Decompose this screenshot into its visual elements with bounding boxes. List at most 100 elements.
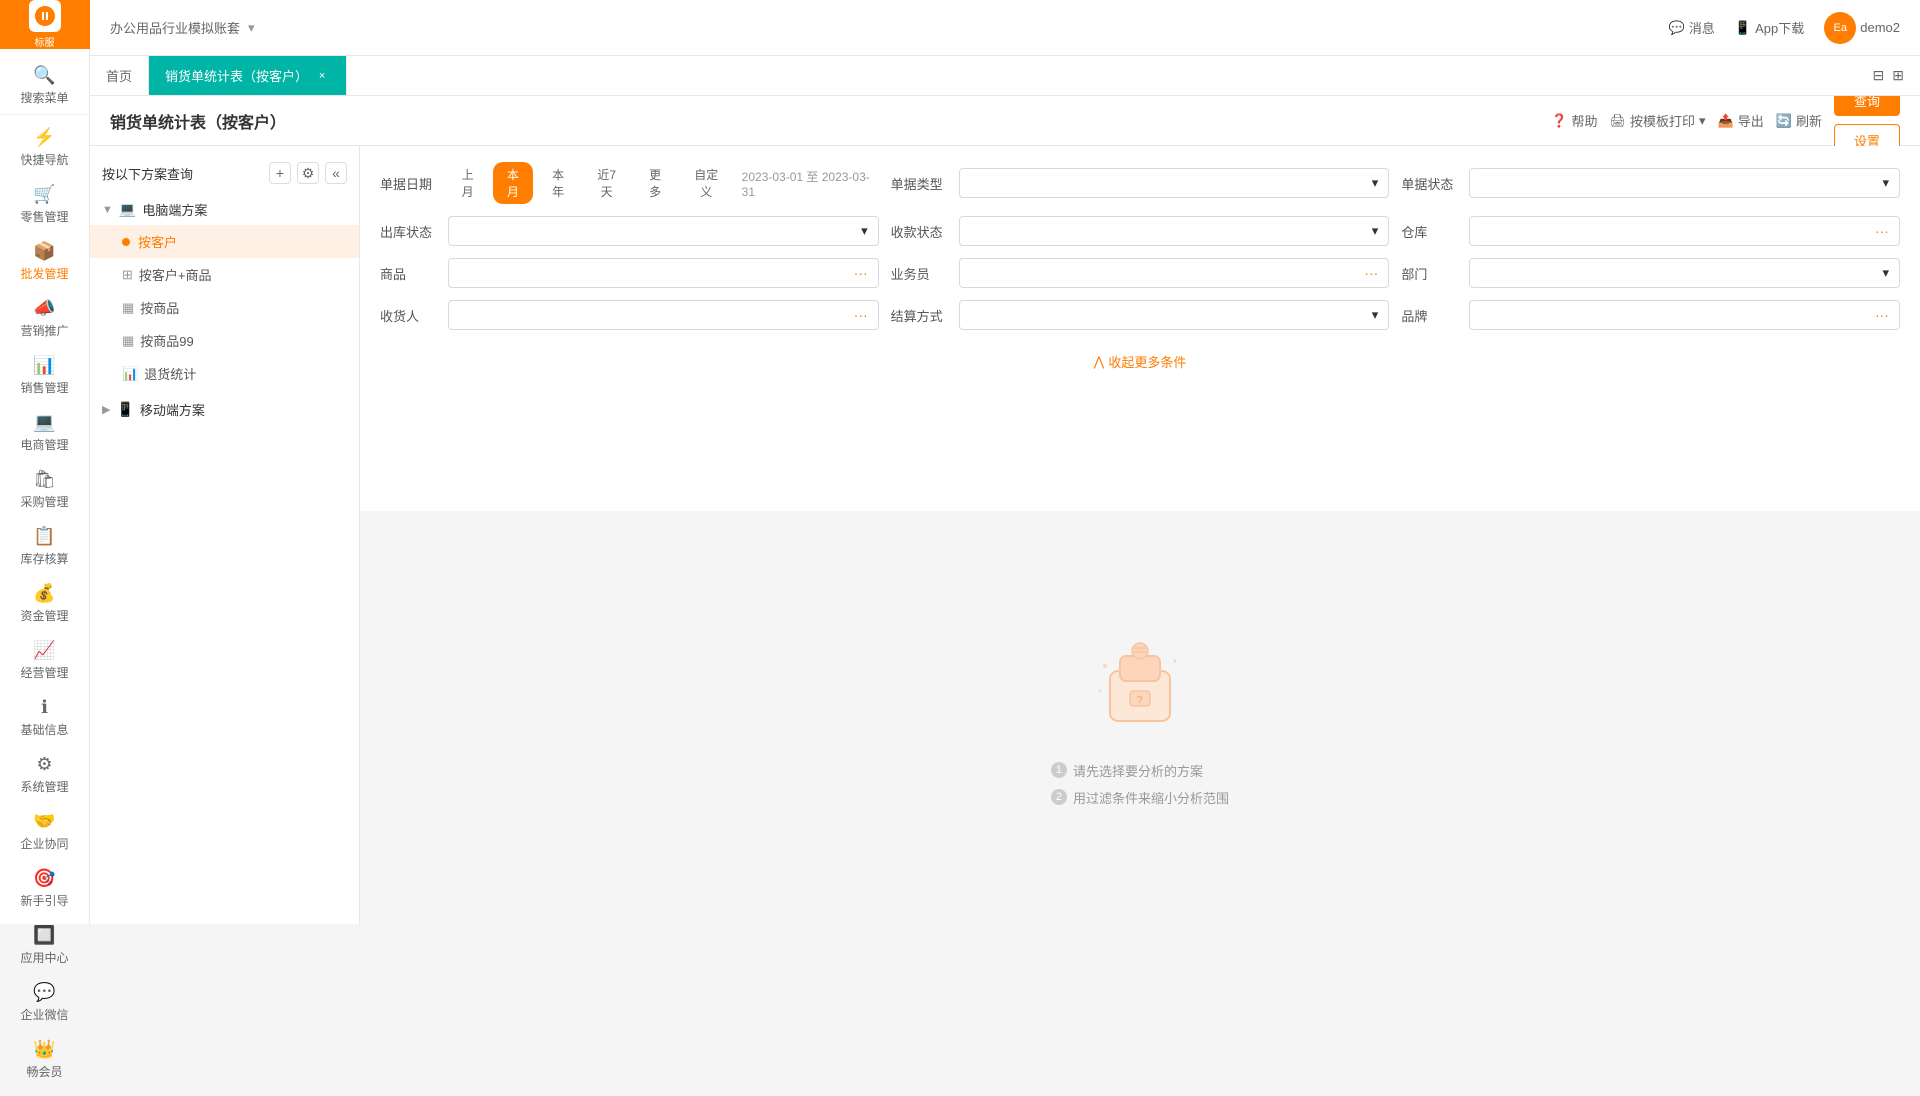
scheme-item-label-4: 退货统计 [144, 364, 196, 383]
filter-row-1: 单据日期 上月 本月 本年 近7天 更多 自定义 2023-03-01 至 20… [380, 162, 1900, 204]
tab-minimize-btn[interactable]: ⊟ [1873, 67, 1885, 84]
sidebar-item-retail[interactable]: 🛒 零售管理 [0, 176, 90, 233]
tab-maximize-btn[interactable]: ⊞ [1892, 67, 1904, 84]
sidebar-item-business[interactable]: 📈 经营管理 [0, 632, 90, 689]
scheme-item-by-customer[interactable]: 按客户 [90, 225, 359, 258]
scheme-item-return-stat[interactable]: 📊 退货统计 [90, 357, 359, 390]
header-chevron-icon[interactable]: ▾ [248, 20, 255, 36]
doc-status-chevron-icon: ▾ [1882, 175, 1889, 191]
scheme-header: 按以下方案查询 + ⚙ « [90, 156, 359, 190]
header-appdownload-btn[interactable]: 📱 App下载 [1735, 18, 1804, 37]
sidebar-item-ecommerce[interactable]: 💻 电商管理 [0, 404, 90, 461]
date-btn-this-month[interactable]: 本月 [493, 162, 532, 204]
sidebar-label-guide: 新手引导 [20, 892, 68, 909]
doc-type-input[interactable]: ▾ [959, 168, 1390, 198]
export-btn[interactable]: 📤 导出 [1718, 111, 1764, 130]
sidebar-item-system[interactable]: ⚙ 系统管理 [0, 746, 90, 803]
tab-close-btn[interactable]: × [314, 68, 330, 84]
warehouse-input[interactable]: ··· [1469, 216, 1900, 246]
receipt-status-input[interactable]: ▾ [959, 216, 1390, 246]
filter-field-receiver: 收货人 ··· [380, 300, 879, 330]
sidebar-item-purchase[interactable]: 🛍 采购管理 [0, 461, 90, 518]
refresh-icon: 🔄 [1776, 113, 1792, 129]
department-input[interactable]: ▾ [1469, 258, 1900, 288]
sidebar-item-enterprise[interactable]: 🤝 企业协同 [0, 803, 90, 860]
logo[interactable]: 标服 [0, 0, 90, 49]
salesman-label: 业务员 [891, 264, 951, 283]
print-btn[interactable]: 🖨 按模板打印 ▾ [1610, 111, 1706, 130]
desktop-icon: 💻 [119, 201, 136, 218]
date-btn-last-month[interactable]: 上月 [448, 162, 487, 204]
out-status-label: 出库状态 [380, 222, 440, 241]
sidebar-item-quicknav[interactable]: ⚡ 快捷导航 [0, 119, 90, 176]
scheme-item-by-product[interactable]: ▦ 按商品 [90, 291, 359, 324]
tip-1-text: 请先选择要分析的方案 [1073, 761, 1203, 780]
sidebar-item-corpwx[interactable]: 💬 企业微信 [0, 974, 90, 1031]
scheme-group-desktop-header[interactable]: ▼ 💻 电脑端方案 [90, 194, 359, 225]
username-label: demo2 [1860, 20, 1900, 35]
page-title: 销货单统计表（按客户） [110, 109, 286, 133]
collapse-bar[interactable]: ⋀ 收起更多条件 [380, 342, 1900, 381]
filter-field-date: 单据日期 上月 本月 本年 近7天 更多 自定义 2023-03-01 至 20… [380, 162, 879, 204]
sidebar-item-inventory[interactable]: 📋 库存核算 [0, 518, 90, 575]
header-subtitle: 办公用品行业模拟账套 [110, 18, 240, 37]
settlement-input[interactable]: ▾ [959, 300, 1390, 330]
scheme-group-mobile-header[interactable]: ▶ 📱 移动端方案 [90, 394, 359, 425]
scheme-item-label-2: 按商品 [140, 298, 179, 317]
date-btn-this-year[interactable]: 本年 [539, 162, 578, 204]
scheme-group-mobile: ▶ 📱 移动端方案 [90, 394, 359, 425]
sidebar-item-search[interactable]: 🔍 搜索菜单 [0, 57, 90, 115]
doc-type-chevron-icon: ▾ [1372, 175, 1379, 191]
query-button[interactable]: 查询 [1834, 96, 1900, 116]
doc-status-input[interactable]: ▾ [1469, 168, 1900, 198]
settlement-chevron-icon: ▾ [1372, 307, 1379, 323]
scheme-add-btn[interactable]: + [269, 162, 291, 184]
filter-content-area: 单据日期 上月 本月 本年 近7天 更多 自定义 2023-03-01 至 20… [360, 146, 1920, 924]
warehouse-more-icon: ··· [1875, 223, 1889, 239]
tab-home[interactable]: 首页 [90, 56, 149, 95]
sidebar-item-guide[interactable]: 🎯 新手引导 [0, 860, 90, 917]
logo-icon [29, 0, 61, 32]
tab-sales-stat[interactable]: 销货单统计表（按客户） × [149, 56, 347, 95]
salesman-input[interactable]: ··· [959, 258, 1390, 288]
scheme-item-label-0: 按客户 [138, 232, 177, 251]
brand-input[interactable]: ··· [1469, 300, 1900, 330]
scheme-item-by-customer-product[interactable]: ⊞ 按客户+商品 [90, 258, 359, 291]
appcenter-icon: 🔲 [33, 925, 55, 946]
date-btn-7days[interactable]: 近7天 [584, 162, 630, 204]
scheme-settings-btn[interactable]: ⚙ [297, 162, 319, 184]
sidebar-item-member[interactable]: 👑 畅会员 [0, 1031, 90, 1088]
scheme-group-desktop: ▼ 💻 电脑端方案 按客户 ⊞ 按客户+商品 ▦ 按商品 [90, 194, 359, 390]
export-label: 导出 [1738, 111, 1764, 130]
date-btn-custom[interactable]: 自定义 [681, 162, 732, 204]
header-right: 💬 消息 📱 App下载 Ea demo2 [1669, 12, 1900, 44]
sidebar-item-finance[interactable]: 💰 资金管理 [0, 575, 90, 632]
tip-num-2: 2 [1051, 789, 1067, 805]
header-message-btn[interactable]: 💬 消息 [1669, 18, 1715, 37]
sidebar-item-baseinfo[interactable]: ℹ 基础信息 [0, 689, 90, 746]
receiver-input[interactable]: ··· [448, 300, 879, 330]
product-input[interactable]: ··· [448, 258, 879, 288]
sidebar-item-appcenter[interactable]: 🔲 应用中心 [0, 917, 90, 974]
sidebar-item-sales[interactable]: 📊 销售管理 [0, 347, 90, 404]
message-icon: 💬 [1669, 20, 1685, 36]
help-btn[interactable]: ❓ 帮助 [1551, 111, 1597, 130]
settlement-label: 结算方式 [891, 306, 951, 325]
baseinfo-icon: ℹ [41, 697, 48, 718]
logo-text: 标服 [35, 34, 55, 49]
sidebar-item-wholesale[interactable]: 📦 批发管理 [0, 233, 90, 290]
filter-area: 单据日期 上月 本月 本年 近7天 更多 自定义 2023-03-01 至 20… [360, 146, 1920, 511]
out-status-input[interactable]: ▾ [448, 216, 879, 246]
sidebar-label-search: 搜索菜单 [20, 89, 68, 106]
header-user-btn[interactable]: Ea demo2 [1824, 12, 1900, 44]
date-btn-more[interactable]: 更多 [636, 162, 675, 204]
scheme-item-by-product99[interactable]: ▦ 按商品99 [90, 324, 359, 357]
filter-row-4: 收货人 ··· 结算方式 ▾ [380, 300, 1900, 330]
tab-bar: 首页 销货单统计表（按客户） × ⊟ ⊞ [90, 56, 1920, 96]
scheme-panel: 按以下方案查询 + ⚙ « ▼ 💻 电脑端方案 [90, 146, 360, 924]
scheme-collapse-btn[interactable]: « [325, 162, 347, 184]
sidebar-label-member: 畅会员 [26, 1063, 62, 1080]
sidebar-label-inventory: 库存核算 [20, 550, 68, 567]
refresh-btn[interactable]: 🔄 刷新 [1776, 111, 1822, 130]
sidebar-item-marketing[interactable]: 📣 营销推广 [0, 290, 90, 347]
